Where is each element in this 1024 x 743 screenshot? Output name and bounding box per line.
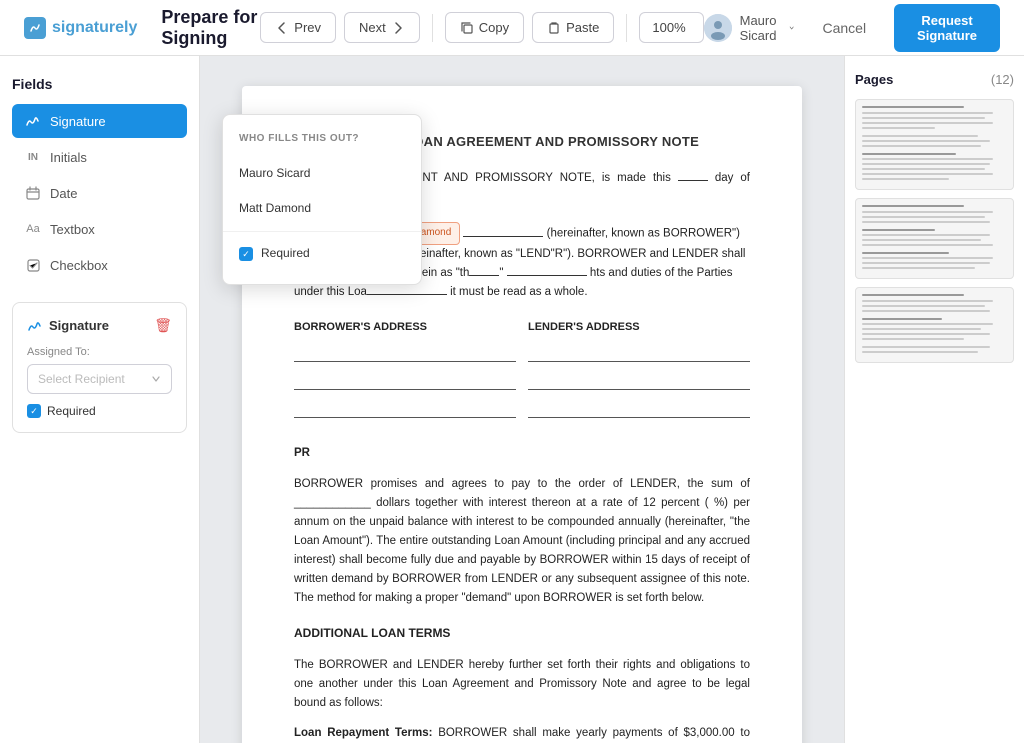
card-signature-icon — [27, 318, 43, 334]
logo-icon — [24, 17, 46, 39]
pages-title: Pages (12) — [855, 72, 1014, 87]
page-thumb-2[interactable] — [855, 198, 1014, 279]
required-label: Required — [47, 404, 96, 418]
lender-title: LENDER'S ADDRESS — [528, 318, 750, 336]
document-area: PRIVATE LOAN AGREEMENT AND PROMISSORY NO… — [200, 56, 844, 743]
textbox-icon: Aa — [24, 220, 42, 238]
date-icon — [24, 184, 42, 202]
page-thumb-1[interactable] — [855, 99, 1014, 190]
initials-icon: IN — [24, 148, 42, 166]
zoom-control[interactable]: 100% — [639, 12, 703, 43]
document-page: PRIVATE LOAN AGREEMENT AND PROMISSORY NO… — [242, 86, 802, 743]
blank-agreement — [367, 294, 447, 295]
blank-rights — [507, 275, 587, 276]
request-signature-button[interactable]: Request Signature — [894, 4, 1000, 52]
dropdown-check-icon — [239, 247, 253, 261]
initials-label: Initials — [50, 150, 87, 165]
sidebar-item-checkbox[interactable]: Checkbox — [12, 248, 187, 282]
borrower-lender-section: BORROWER'S ADDRESS LENDER'S ADDRESS — [294, 318, 750, 428]
doc-para-3: The BORROWER and LENDER hereby further s… — [294, 656, 750, 713]
page-title: Prepare for Signing — [161, 7, 260, 49]
dropdown-item-matt[interactable]: Matt Damond — [223, 191, 421, 227]
avatar — [704, 14, 732, 42]
copy-icon — [460, 21, 474, 35]
checkbox-icon — [24, 256, 42, 274]
paste-icon — [547, 21, 561, 35]
additional-loan-title: ADDITIONAL LOAN TERMS — [294, 624, 750, 644]
left-sidebar: Fields Signature IN Initials Date Aa Tex… — [0, 56, 200, 743]
blank-parties — [469, 275, 499, 276]
blank-day — [678, 180, 708, 181]
user-info[interactable]: Mauro Sicard — [704, 13, 795, 43]
textbox-label: Textbox — [50, 222, 95, 237]
check-icon — [27, 404, 41, 418]
document-body: THIS LOAN AGREEMENT AND PROMISSORY NOTE,… — [294, 169, 750, 743]
required-checkbox[interactable]: Required — [27, 404, 172, 418]
sidebar-item-initials[interactable]: IN Initials — [12, 140, 187, 174]
signature-card-header: Signature 🗑 — [27, 317, 172, 334]
select-placeholder: Select Recipient — [38, 372, 125, 386]
sidebar-item-date[interactable]: Date — [12, 176, 187, 210]
dropdown-divider — [223, 231, 421, 232]
toolbar-divider-2 — [626, 14, 627, 42]
borrower-line-2 — [294, 372, 516, 390]
lender-line-2 — [528, 372, 750, 390]
pages-panel: Pages (12) — [844, 56, 1024, 743]
pages-count: (12) — [991, 72, 1014, 87]
loan-repayment-bold: Loan Repayment Terms: — [294, 727, 432, 739]
sidebar-item-signature[interactable]: Signature — [12, 104, 187, 138]
logo: signaturely — [24, 17, 137, 39]
select-chevron-icon — [151, 374, 161, 384]
doc-para-4: Loan Repayment Terms: BORROWER shall mak… — [294, 724, 750, 743]
lender-line-3 — [528, 400, 750, 418]
delete-signature-button[interactable]: 🗑 — [154, 317, 172, 334]
toolbar-divider — [432, 14, 433, 42]
borrower-line-1 — [294, 344, 516, 362]
signature-label: Signature — [50, 114, 106, 129]
lender-col: LENDER'S ADDRESS — [528, 318, 750, 428]
page-thumb-3[interactable] — [855, 287, 1014, 363]
signature-card: Signature 🗑 Assigned To: Select Recipien… — [12, 302, 187, 433]
header-left: signaturely Prepare for Signing — [24, 7, 260, 49]
borrower-title: BORROWER'S ADDRESS — [294, 318, 516, 336]
paste-button[interactable]: Paste — [532, 12, 614, 43]
fields-title: Fields — [12, 76, 187, 92]
who-fills-dropdown: WHO FILLS THIS OUT? Mauro Sicard Matt Da… — [222, 114, 422, 285]
toolbar: Prev Next Copy Paste 100% — [260, 12, 703, 43]
user-name: Mauro Sicard — [740, 13, 782, 43]
lender-line-1 — [528, 344, 750, 362]
sidebar-item-textbox[interactable]: Aa Textbox — [12, 212, 187, 246]
prev-button[interactable]: Prev — [260, 12, 336, 43]
recipient-select[interactable]: Select Recipient — [27, 364, 172, 394]
date-label: Date — [50, 186, 77, 201]
header: signaturely Prepare for Signing Prev Nex… — [0, 0, 1024, 56]
doc-para-2: BORROWER promises and agrees to pay to t… — [294, 475, 750, 608]
checkbox-label: Checkbox — [50, 258, 108, 273]
doc-promissory-title: PR — [294, 444, 750, 463]
blank-borrower — [463, 236, 543, 237]
next-icon — [391, 21, 405, 35]
dropdown-required: Required — [223, 236, 421, 272]
dropdown-item-mauro[interactable]: Mauro Sicard — [223, 156, 421, 192]
borrower-col: BORROWER'S ADDRESS — [294, 318, 516, 428]
next-button[interactable]: Next — [344, 12, 420, 43]
prev-icon — [275, 21, 289, 35]
assigned-label: Assigned To: — [27, 346, 172, 358]
main-layout: Fields Signature IN Initials Date Aa Tex… — [0, 56, 1024, 743]
copy-button[interactable]: Copy — [445, 12, 524, 43]
signature-icon — [24, 112, 42, 130]
header-right: Mauro Sicard Cancel Request Signature — [704, 4, 1000, 52]
borrower-line-3 — [294, 400, 516, 418]
cancel-button[interactable]: Cancel — [810, 12, 878, 44]
signature-card-title: Signature — [27, 318, 109, 334]
logo-text: signaturely — [52, 19, 137, 37]
user-chevron-icon — [789, 23, 794, 33]
dropdown-title: WHO FILLS THIS OUT? — [223, 127, 421, 156]
